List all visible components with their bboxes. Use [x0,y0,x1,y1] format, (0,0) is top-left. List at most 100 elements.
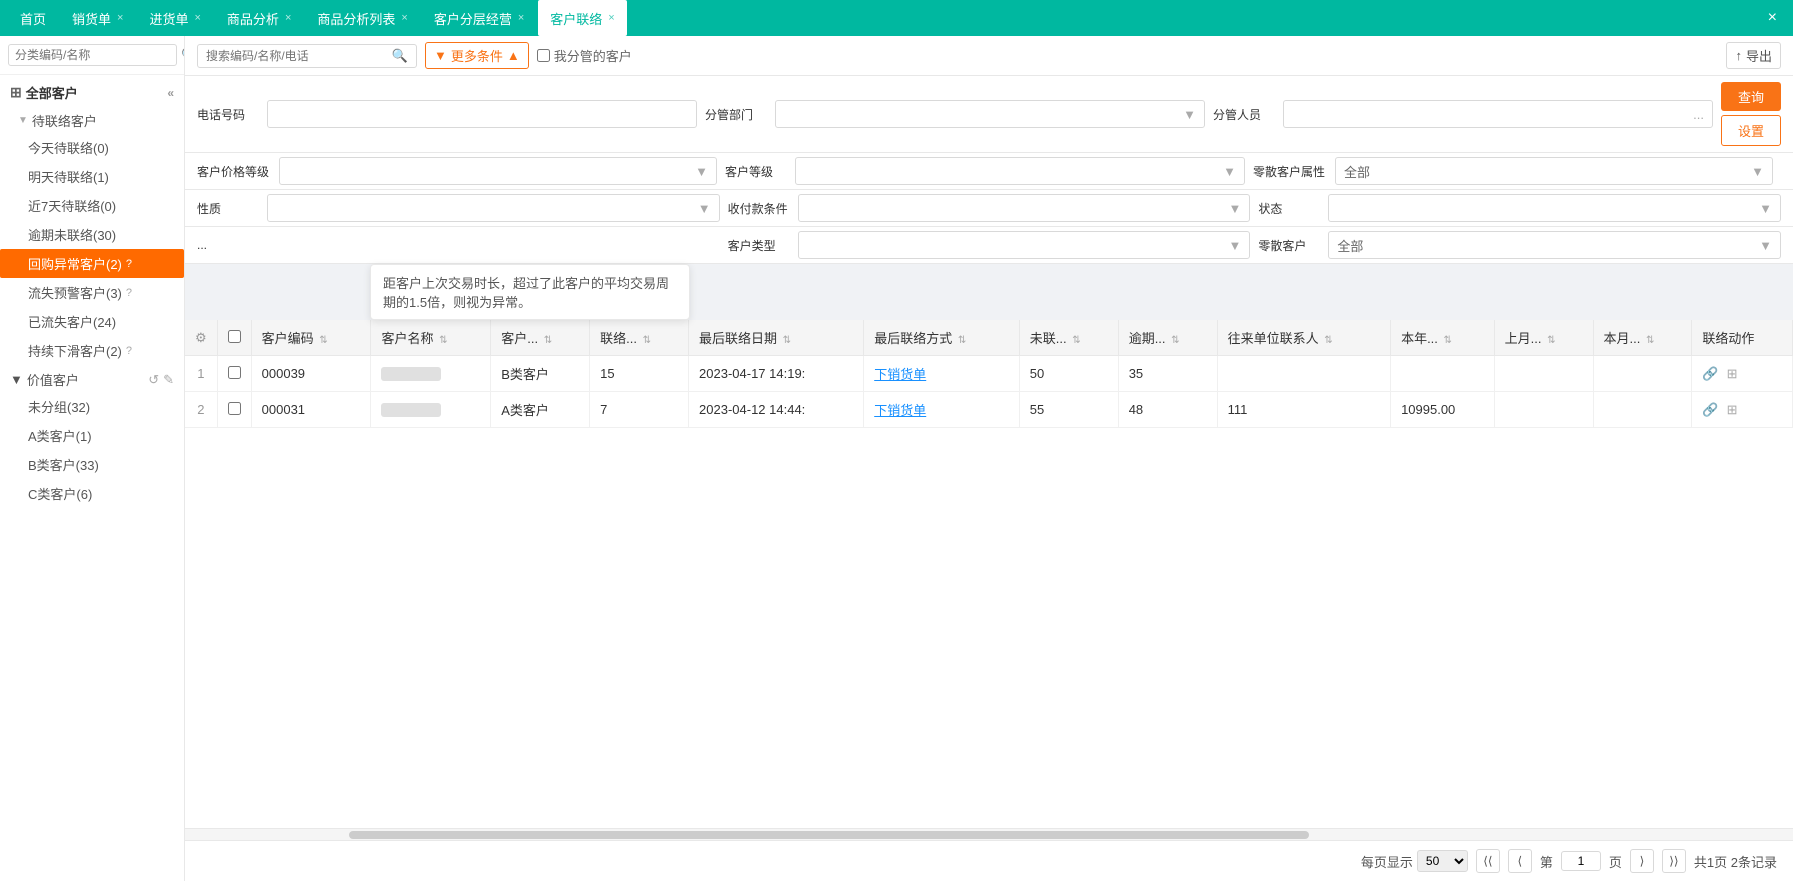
hscroll-thumb[interactable] [349,831,1309,839]
row1-type: B类客户 [491,356,590,392]
row2-action-icons: 🔗 ⊞ [1702,402,1782,418]
col-customer-code[interactable]: 客户编码 ⇅ [251,320,371,356]
nav-purchase-close[interactable]: × [194,12,200,24]
export-btn[interactable]: ↑ 导出 [1726,42,1781,69]
first-page-btn[interactable]: ⟨⟨ [1476,849,1500,873]
nav-sales-close[interactable]: × [117,12,123,24]
row2-method-link[interactable]: 下销货单 [874,403,926,418]
cust-grade-label: 客户等级 [725,163,785,180]
sidebar-item-today[interactable]: 今天待联络(0) [0,133,184,162]
nav-product-analysis[interactable]: 商品分析 × [215,0,303,36]
sidebar-item-declining[interactable]: 持续下滑客户(2) ? [0,336,184,365]
row2-link-icon[interactable]: 🔗 [1702,402,1718,418]
col-contacts[interactable]: 往来单位联系人 ⇅ [1217,320,1390,356]
nav-customer-contact-close[interactable]: × [608,12,614,24]
col-action: 联络动作 [1692,320,1793,356]
nav-home[interactable]: 首页 [8,0,58,36]
sort-this-month-icon: ⇅ [1646,335,1654,346]
payment-select[interactable]: ▼ [798,194,1251,222]
sidebar-item-class-a[interactable]: A类客户(1) [0,421,184,450]
help-icon[interactable]: ? [126,258,132,270]
sidebar-item-overdue[interactable]: 逾期未联络(30) [0,220,184,249]
dept-select[interactable]: ▼ [775,100,1205,128]
col-last-date[interactable]: 最后联络日期 ⇅ [689,320,864,356]
lost-warning-help-icon[interactable]: ? [126,287,132,299]
horizontal-scrollbar[interactable] [185,828,1793,840]
window-close-btn[interactable]: × [1760,9,1785,27]
per-page-select[interactable]: 50 20 100 [1417,850,1468,872]
sidebar-item-lost-warning[interactable]: 流失预警客户(3) ? [0,278,184,307]
collapse-sidebar-btn[interactable]: « [167,86,174,100]
sidebar-search-input[interactable] [8,44,177,66]
price-grade-select[interactable]: ▼ [279,157,717,185]
col-last-month[interactable]: 上月... ⇅ [1494,320,1593,356]
row1-link-icon[interactable]: 🔗 [1702,366,1718,382]
cust-type-select[interactable]: ▼ [798,231,1251,259]
sidebar-item-class-b[interactable]: B类客户(33) [0,450,184,479]
nav-customer-tier-close[interactable]: × [518,12,524,24]
cust-grade-select[interactable]: ▼ [795,157,1245,185]
my-customers-checkbox-label[interactable]: 我分管的客户 [537,46,632,65]
col-not-contacted[interactable]: 未联... ⇅ [1019,320,1118,356]
retail-cust-select[interactable]: 全部 ▼ [1328,231,1781,259]
declining-help-icon[interactable]: ? [126,345,132,357]
sidebar-item-class-c[interactable]: C类客户(6) [0,479,184,508]
col-checkbox-all[interactable] [217,320,251,356]
col-overdue[interactable]: 逾期... ⇅ [1118,320,1217,356]
row2-grid-icon[interactable]: ⊞ [1727,402,1738,418]
col-customer-name[interactable]: 客户名称 ⇅ [371,320,491,356]
nav-customer-contact[interactable]: 客户联络 × [538,0,626,36]
row2-checkbox[interactable] [217,392,251,428]
row1-method-link[interactable]: 下销货单 [874,367,926,382]
col-settings[interactable]: ⚙ [185,320,217,356]
main-search-box[interactable]: 🔍 [197,44,417,68]
sidebar-item-7days[interactable]: 近7天待联络(0) [0,191,184,220]
retail-attr-select[interactable]: 全部 ▼ [1335,157,1773,185]
row1-grid-icon[interactable]: ⊞ [1727,366,1738,382]
query-button[interactable]: 查询 [1721,82,1781,111]
gender-select[interactable]: ▼ [267,194,720,222]
select-all-checkbox[interactable] [228,330,241,343]
more-conditions-btn[interactable]: ▼ 更多条件 ▲ [425,42,529,69]
set-button[interactable]: 设置 [1721,115,1781,146]
row1-code: 000039 [251,356,371,392]
row1-checkbox[interactable] [217,356,251,392]
next-page-btn[interactable]: ⟩ [1630,849,1654,873]
page-number-input[interactable] [1561,851,1601,871]
value-group[interactable]: ▼ 价值客户 ↺ ✎ [0,365,184,392]
status-select[interactable]: ▼ [1328,194,1781,222]
main-search-icon[interactable]: 🔍 [392,48,408,64]
nav-customer-tier[interactable]: 客户分层经营 × [422,0,536,36]
col-this-month[interactable]: 本月... ⇅ [1593,320,1692,356]
col-this-year[interactable]: 本年... ⇅ [1391,320,1495,356]
col-last-method[interactable]: 最后联络方式 ⇅ [864,320,1020,356]
manager-select[interactable]: ... [1283,100,1713,128]
prev-page-btn[interactable]: ⟨ [1508,849,1532,873]
my-customers-checkbox[interactable] [537,49,550,62]
nav-purchase[interactable]: 进货单 × [137,0,212,36]
col-customer-type[interactable]: 客户... ⇅ [491,320,590,356]
sidebar-item-tomorrow[interactable]: 明天待联络(1) [0,162,184,191]
col-contact-count[interactable]: 联络... ⇅ [590,320,689,356]
sidebar-item-unclassified[interactable]: 未分组(32) [0,392,184,421]
sort-type-icon: ⇅ [544,335,552,346]
sort-name-icon: ⇅ [439,335,447,346]
main-search-input[interactable] [206,49,392,63]
sidebar-item-lost[interactable]: 已流失客户(24) [0,307,184,336]
refresh-icon[interactable]: ↺ [148,372,159,388]
content-area: 🔍 ▼ 更多条件 ▲ 我分管的客户 ↑ 导出 电话号码 [185,36,1793,881]
pending-contact-group[interactable]: ▼ 待联络客户 [0,106,184,133]
row2-select-checkbox[interactable] [228,402,241,415]
filter-bar: 🔍 ▼ 更多条件 ▲ 我分管的客户 ↑ 导出 [185,36,1793,76]
nav-product-analysis-close[interactable]: × [285,12,291,24]
nav-sales[interactable]: 销货单 × [60,0,135,36]
nav-product-analysis-list[interactable]: 商品分析列表 × [305,0,419,36]
nav-product-analysis-list-close[interactable]: × [401,12,407,24]
last-page-btn[interactable]: ⟩⟩ [1662,849,1686,873]
sidebar-item-repeat-purchase[interactable]: 回购异常客户(2) ? [0,249,184,278]
row1-select-checkbox[interactable] [228,366,241,379]
edit-icon[interactable]: ✎ [163,372,174,388]
phone-input[interactable] [267,100,697,128]
more-label: ... [197,238,257,252]
sidebar-search-area: 🔍 [0,36,184,75]
